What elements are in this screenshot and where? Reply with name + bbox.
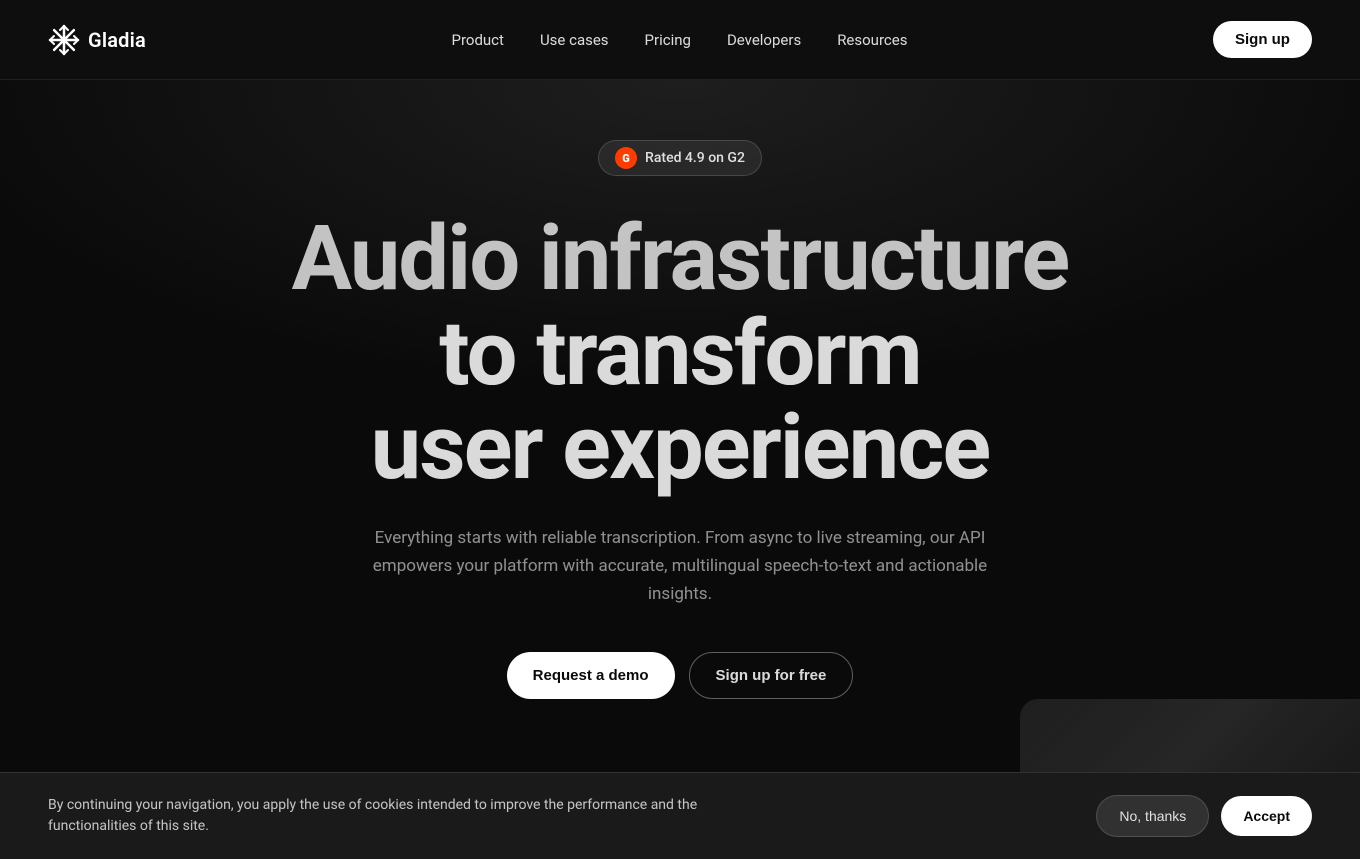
hero-title-line2: to transform — [439, 301, 921, 406]
rating-badge: G Rated 4.9 on G2 — [598, 140, 762, 176]
hero-cta-buttons: Request a demo Sign up for free — [507, 652, 854, 699]
nav-resources[interactable]: Resources — [837, 31, 907, 49]
cookie-action-buttons: No, thanks Accept — [1096, 795, 1312, 837]
nav-product[interactable]: Product — [452, 31, 504, 49]
request-demo-button[interactable]: Request a demo — [507, 652, 675, 699]
hero-section: G Rated 4.9 on G2 Audio infrastructure t… — [0, 80, 1360, 819]
cookie-decline-button[interactable]: No, thanks — [1096, 795, 1209, 837]
cookie-banner: By continuing your navigation, you apply… — [0, 772, 1360, 859]
nav-use-cases[interactable]: Use cases — [540, 31, 609, 49]
nav-pricing[interactable]: Pricing — [645, 31, 691, 49]
rating-text: Rated 4.9 on G2 — [645, 150, 745, 166]
hero-title-line1: Audio infrastructure — [292, 206, 1069, 311]
signup-free-button[interactable]: Sign up for free — [689, 652, 854, 699]
g2-icon: G — [615, 147, 637, 169]
nav-developers[interactable]: Developers — [727, 31, 801, 49]
cookie-accept-button[interactable]: Accept — [1221, 796, 1312, 836]
cookie-message: By continuing your navigation, you apply… — [48, 795, 728, 837]
nav-links: Product Use cases Pricing Developers Res… — [452, 30, 908, 49]
hero-title: Audio infrastructure to transform user e… — [292, 212, 1069, 496]
navbar: Gladia Product Use cases Pricing Develop… — [0, 0, 1360, 80]
hero-subtitle: Everything starts with reliable transcri… — [370, 524, 990, 608]
logo-link[interactable]: Gladia — [48, 24, 146, 56]
hero-title-line3: user experience — [371, 395, 990, 500]
logo-text: Gladia — [88, 28, 146, 52]
gladia-logo-icon — [48, 24, 80, 56]
nav-signup-button[interactable]: Sign up — [1213, 21, 1312, 58]
